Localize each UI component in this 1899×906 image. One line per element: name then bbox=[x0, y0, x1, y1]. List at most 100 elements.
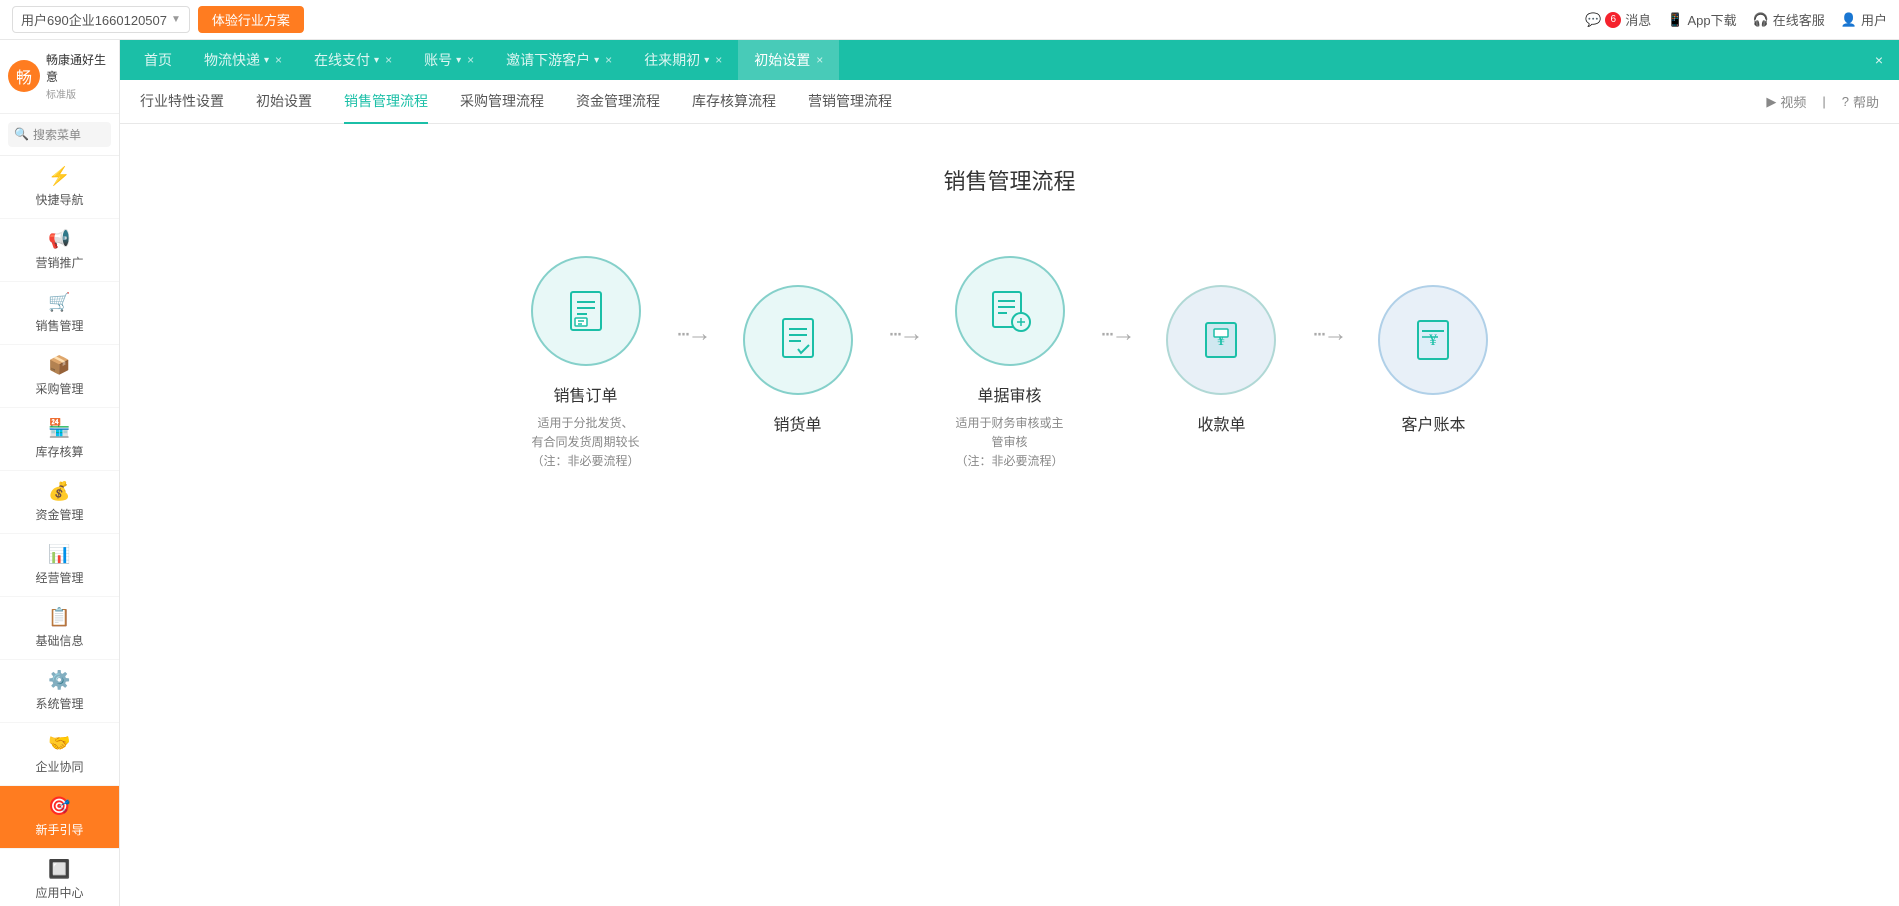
tab-past-period[interactable]: 往来期初 ▾ × bbox=[628, 40, 738, 80]
tab-close-icon[interactable]: × bbox=[385, 53, 392, 67]
sidebar-item-label: 新手引导 bbox=[35, 821, 83, 838]
app-download-button[interactable]: 📱 App下载 bbox=[1667, 10, 1736, 29]
sidebar-item-label: 基础信息 bbox=[35, 632, 83, 649]
tab-close-icon[interactable]: × bbox=[275, 53, 282, 67]
search-icon: 🔍 bbox=[14, 127, 29, 141]
tab-online-payment[interactable]: 在线支付 ▾ × bbox=[298, 40, 408, 80]
tab-arrow-icon: ▾ bbox=[704, 55, 709, 66]
customer-account-icon: ¥ bbox=[1408, 315, 1458, 365]
sidebar-item-new-guide[interactable]: 🎯 新手引导 bbox=[0, 786, 119, 849]
top-bar: 用户690企业1660120507 ▼ 体验行业方案 💬 6 消息 📱 App下… bbox=[0, 0, 1899, 40]
tab-invite-downstream[interactable]: 邀请下游客户 ▾ × bbox=[490, 40, 628, 80]
user-profile-button[interactable]: 👤 用户 bbox=[1841, 10, 1887, 29]
user-selector[interactable]: 用户690企业1660120507 ▼ bbox=[12, 6, 190, 33]
sub-tab-sales-flow[interactable]: 销售管理流程 bbox=[344, 80, 428, 124]
sidebar-item-quick-nav[interactable]: ⚡ 快捷导航 bbox=[0, 156, 119, 219]
sub-tab-initial-setup[interactable]: 初始设置 bbox=[256, 80, 312, 124]
sidebar-item-purchase-mgmt[interactable]: 📦 采购管理 bbox=[0, 345, 119, 408]
step-name-bill-review: 单据审核 bbox=[977, 382, 1041, 406]
sidebar-item-sales-mgmt[interactable]: 🛒 销售管理 bbox=[0, 282, 119, 345]
receipt-icon: ¥ bbox=[1196, 315, 1246, 365]
tab-logistics-label: 物流快递 bbox=[204, 50, 260, 70]
online-service-button[interactable]: 🎧 在线客服 bbox=[1753, 10, 1825, 29]
tab-logistics[interactable]: 物流快递 ▾ × bbox=[188, 40, 298, 80]
trial-button[interactable]: 体验行业方案 bbox=[198, 6, 304, 33]
sub-tabs: 行业特性设置 初始设置 销售管理流程 采购管理流程 资金管理流程 库存核算流程 bbox=[120, 80, 1899, 124]
message-label: 消息 bbox=[1625, 10, 1651, 29]
sidebar-item-inventory[interactable]: 🏪 库存核算 bbox=[0, 408, 119, 471]
sidebar-item-label: 应用中心 bbox=[35, 884, 83, 901]
tab-account[interactable]: 账号 ▾ × bbox=[408, 40, 490, 80]
help-button[interactable]: ? 帮助 bbox=[1842, 92, 1879, 111]
video-label: 视频 bbox=[1780, 92, 1806, 111]
app-center-icon: 🔲 bbox=[48, 859, 70, 880]
tab-home[interactable]: 首页 bbox=[128, 40, 188, 80]
help-label: 帮助 bbox=[1853, 92, 1879, 111]
help-icon: ? bbox=[1842, 94, 1849, 109]
message-button[interactable]: 💬 6 消息 bbox=[1585, 10, 1651, 29]
sidebar: 畅 畅康通好生意 标准版 🔍 搜索菜单 ⚡ 快捷导航 📢 营销推广 🛒 销售管理… bbox=[0, 40, 120, 906]
video-help-button[interactable]: ▶ 视频 bbox=[1766, 92, 1806, 111]
sub-tab-inventory-flow-label: 库存核算流程 bbox=[692, 91, 776, 111]
sidebar-item-operations-mgmt[interactable]: 📊 经营管理 bbox=[0, 534, 119, 597]
receipt-circle[interactable]: ¥ bbox=[1166, 285, 1276, 395]
tab-close-icon[interactable]: × bbox=[605, 53, 612, 67]
sidebar-item-system-mgmt[interactable]: ⚙️ 系统管理 bbox=[0, 660, 119, 723]
sub-tab-capital-flow[interactable]: 资金管理流程 bbox=[576, 80, 660, 124]
sub-tab-right: ▶ 视频 | ? 帮助 bbox=[1766, 92, 1879, 111]
tab-close-icon[interactable]: × bbox=[467, 53, 474, 67]
message-icon: 💬 bbox=[1585, 12, 1601, 28]
sub-tab-industry-settings-label: 行业特性设置 bbox=[140, 91, 224, 111]
sidebar-search-container: 🔍 搜索菜单 bbox=[0, 114, 119, 156]
logo-subtitle: 标准版 bbox=[46, 86, 111, 101]
message-badge: 6 bbox=[1605, 12, 1621, 28]
sales-invoice-icon bbox=[773, 315, 823, 365]
sidebar-item-label: 销售管理 bbox=[35, 317, 83, 334]
close-all-tabs-button[interactable]: × bbox=[1867, 52, 1891, 68]
sidebar-item-app-center[interactable]: 🔲 应用中心 bbox=[0, 849, 119, 906]
tab-initial-setup[interactable]: 初始设置 × bbox=[738, 40, 839, 80]
sub-tab-initial-setup-label: 初始设置 bbox=[256, 91, 312, 111]
tab-close-icon[interactable]: × bbox=[715, 53, 722, 67]
bill-review-circle[interactable] bbox=[955, 256, 1065, 366]
sidebar-item-enterprise-collab[interactable]: 🤝 企业协同 bbox=[0, 723, 119, 786]
sub-tab-purchase-flow[interactable]: 采购管理流程 bbox=[460, 80, 544, 124]
sidebar-search-button[interactable]: 🔍 搜索菜单 bbox=[8, 122, 111, 147]
sales-order-icon bbox=[561, 286, 611, 336]
sales-mgmt-icon: 🛒 bbox=[48, 292, 70, 313]
content-area: 首页 物流快递 ▾ × 在线支付 ▾ × 账号 ▾ × 邀请下游客户 ▾ × bbox=[120, 40, 1899, 906]
top-bar-left: 用户690企业1660120507 ▼ 体验行业方案 bbox=[12, 6, 304, 33]
marketing-promo-icon: 📢 bbox=[48, 229, 70, 250]
sidebar-item-marketing-promo[interactable]: 📢 营销推广 bbox=[0, 219, 119, 282]
logo-title: 畅康通好生意 bbox=[46, 52, 111, 86]
top-bar-right: 💬 6 消息 📱 App下载 🎧 在线客服 👤 用户 bbox=[1585, 10, 1887, 29]
sidebar-item-label: 系统管理 bbox=[35, 695, 83, 712]
system-mgmt-icon: ⚙️ bbox=[48, 670, 70, 691]
tab-close-icon[interactable]: × bbox=[816, 53, 823, 67]
customer-account-circle[interactable]: ¥ bbox=[1378, 285, 1488, 395]
bill-review-icon bbox=[985, 286, 1035, 336]
sub-tab-industry-settings[interactable]: 行业特性设置 bbox=[140, 80, 224, 124]
sidebar-item-basic-info[interactable]: 📋 基础信息 bbox=[0, 597, 119, 660]
flow-steps: 销售订单 适用于分批发货、有合同发货周期较长（注：非必要流程） ···→ bbox=[180, 256, 1839, 472]
sidebar-item-label: 企业协同 bbox=[35, 758, 83, 775]
tab-initial-setup-label: 初始设置 bbox=[754, 50, 810, 70]
flow-arrow-3: ···→ bbox=[1100, 320, 1132, 348]
headset-icon: 🎧 bbox=[1753, 12, 1769, 28]
logo-text-area: 畅康通好生意 标准版 bbox=[46, 52, 111, 101]
sub-tab-inventory-flow[interactable]: 库存核算流程 bbox=[692, 80, 776, 124]
video-icon: ▶ bbox=[1766, 94, 1776, 110]
search-label: 搜索菜单 bbox=[33, 126, 81, 143]
sales-invoice-circle[interactable] bbox=[743, 285, 853, 395]
flow-container: 销售管理流程 bbox=[120, 124, 1899, 512]
sales-order-circle[interactable] bbox=[531, 256, 641, 366]
enterprise-collab-icon: 🤝 bbox=[48, 733, 70, 754]
divider: | bbox=[1822, 94, 1825, 109]
tab-arrow-icon: ▾ bbox=[594, 55, 599, 66]
sub-tab-marketing-flow[interactable]: 营销管理流程 bbox=[808, 80, 892, 124]
tab-past-period-label: 往来期初 bbox=[644, 50, 700, 70]
tab-arrow-icon: ▾ bbox=[264, 55, 269, 66]
sidebar-item-finance-mgmt[interactable]: 💰 资金管理 bbox=[0, 471, 119, 534]
svg-text:¥: ¥ bbox=[1429, 332, 1437, 349]
sidebar-logo: 畅 畅康通好生意 标准版 bbox=[0, 40, 119, 114]
